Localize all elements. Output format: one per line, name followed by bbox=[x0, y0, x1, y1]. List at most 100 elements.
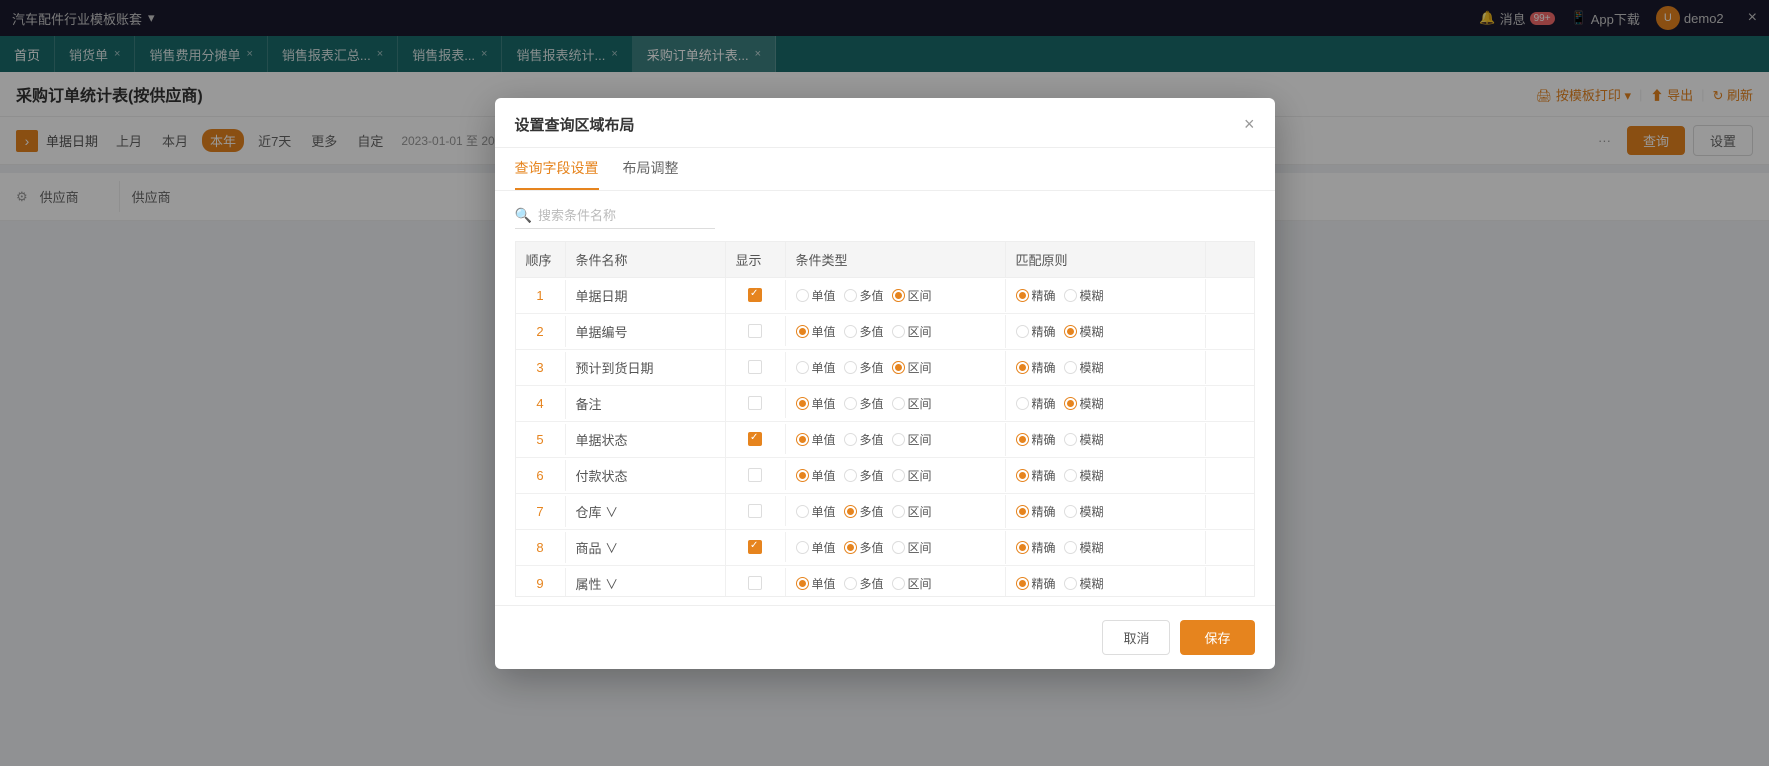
radio-type-单值-8[interactable]: 单值 bbox=[796, 539, 836, 556]
radio-match-模糊-8[interactable]: 模糊 bbox=[1064, 539, 1104, 556]
radio-match-模糊-3[interactable]: 模糊 bbox=[1064, 359, 1104, 376]
radio-type-区间-7[interactable]: 区间 bbox=[892, 503, 932, 520]
checkbox-display-3[interactable] bbox=[748, 360, 762, 374]
radio-label: 单值 bbox=[812, 539, 836, 556]
radio-type-多值-2[interactable]: 多值 bbox=[844, 323, 884, 340]
table-row: 3预计到货日期 单值多值区间 精确模糊 bbox=[516, 350, 1254, 386]
radio-dot-icon bbox=[796, 469, 809, 482]
search-input[interactable] bbox=[538, 208, 698, 223]
radio-dot-icon bbox=[1016, 361, 1029, 374]
radio-label: 区间 bbox=[908, 503, 932, 520]
radio-label: 精确 bbox=[1032, 575, 1056, 592]
radio-match-模糊-2[interactable]: 模糊 bbox=[1064, 323, 1104, 340]
radio-type-单值-1[interactable]: 单值 bbox=[796, 287, 836, 304]
radio-type-单值-7[interactable]: 单值 bbox=[796, 503, 836, 520]
radio-type-多值-3[interactable]: 多值 bbox=[844, 359, 884, 376]
radio-label: 区间 bbox=[908, 287, 932, 304]
radio-match-精确-2[interactable]: 精确 bbox=[1016, 323, 1056, 340]
radio-dot-icon bbox=[1064, 577, 1077, 590]
radio-type-区间-9[interactable]: 区间 bbox=[892, 575, 932, 592]
radio-match-模糊-7[interactable]: 模糊 bbox=[1064, 503, 1104, 520]
radio-match-精确-1[interactable]: 精确 bbox=[1016, 287, 1056, 304]
radio-type-区间-5[interactable]: 区间 bbox=[892, 431, 932, 448]
cell-order-4: 4 bbox=[516, 388, 566, 419]
radio-dot-icon bbox=[1016, 325, 1029, 338]
radio-label: 模糊 bbox=[1080, 503, 1104, 520]
radio-type-单值-6[interactable]: 单值 bbox=[796, 467, 836, 484]
radio-match-精确-5[interactable]: 精确 bbox=[1016, 431, 1056, 448]
cell-name-7: 仓库 ∨ bbox=[566, 494, 726, 529]
cell-name-6: 付款状态 bbox=[566, 458, 726, 493]
radio-dot-icon bbox=[844, 361, 857, 374]
radio-dot-icon bbox=[892, 541, 905, 554]
radio-type-区间-6[interactable]: 区间 bbox=[892, 467, 932, 484]
radio-type-多值-1[interactable]: 多值 bbox=[844, 287, 884, 304]
cell-name-3: 预计到货日期 bbox=[566, 350, 726, 385]
btn-save[interactable]: 保存 bbox=[1180, 620, 1254, 655]
radio-match-精确-6[interactable]: 精确 bbox=[1016, 467, 1056, 484]
checkbox-display-8[interactable] bbox=[748, 540, 762, 554]
checkbox-display-2[interactable] bbox=[748, 324, 762, 338]
radio-label: 精确 bbox=[1032, 395, 1056, 412]
radio-type-单值-4[interactable]: 单值 bbox=[796, 395, 836, 412]
radio-type-多值-5[interactable]: 多值 bbox=[844, 431, 884, 448]
btn-cancel[interactable]: 取消 bbox=[1102, 620, 1170, 655]
checkbox-display-7[interactable] bbox=[748, 504, 762, 518]
cell-match-5: 精确模糊 bbox=[1006, 423, 1206, 456]
checkbox-display-6[interactable] bbox=[748, 468, 762, 482]
cell-order-8: 8 bbox=[516, 532, 566, 563]
radio-type-多值-6[interactable]: 多值 bbox=[844, 467, 884, 484]
checkbox-display-1[interactable] bbox=[748, 288, 762, 302]
radio-type-单值-2[interactable]: 单值 bbox=[796, 323, 836, 340]
radio-match-精确-9[interactable]: 精确 bbox=[1016, 575, 1056, 592]
radio-match-精确-8[interactable]: 精确 bbox=[1016, 539, 1056, 556]
radio-type-区间-8[interactable]: 区间 bbox=[892, 539, 932, 556]
radio-type-多值-4[interactable]: 多值 bbox=[844, 395, 884, 412]
radio-label: 模糊 bbox=[1080, 395, 1104, 412]
tab-layout-adjust[interactable]: 布局调整 bbox=[623, 148, 679, 190]
radio-type-区间-2[interactable]: 区间 bbox=[892, 323, 932, 340]
cell-display-7 bbox=[726, 496, 786, 526]
radio-match-模糊-4[interactable]: 模糊 bbox=[1064, 395, 1104, 412]
radio-label: 精确 bbox=[1032, 503, 1056, 520]
col-name: 条件名称 bbox=[566, 242, 726, 277]
cell-order-5: 5 bbox=[516, 424, 566, 455]
checkbox-display-9[interactable] bbox=[748, 576, 762, 590]
dialog-close-btn[interactable]: × bbox=[1244, 114, 1255, 135]
radio-label: 单值 bbox=[812, 395, 836, 412]
tab-query-fields[interactable]: 查询字段设置 bbox=[515, 148, 599, 190]
col-match: 匹配原则 bbox=[1006, 242, 1206, 277]
settings-dialog: 设置查询区域布局 × 查询字段设置 布局调整 🔍 顺序 条件名称 bbox=[495, 98, 1275, 669]
radio-match-模糊-9[interactable]: 模糊 bbox=[1064, 575, 1104, 592]
cell-type-9: 单值多值区间 bbox=[786, 567, 1006, 597]
radio-type-区间-1[interactable]: 区间 bbox=[892, 287, 932, 304]
radio-dot-icon bbox=[1016, 541, 1029, 554]
cell-name-5: 单据状态 bbox=[566, 422, 726, 457]
radio-match-精确-4[interactable]: 精确 bbox=[1016, 395, 1056, 412]
radio-match-模糊-5[interactable]: 模糊 bbox=[1064, 431, 1104, 448]
checkbox-display-4[interactable] bbox=[748, 396, 762, 410]
radio-match-模糊-6[interactable]: 模糊 bbox=[1064, 467, 1104, 484]
radio-match-精确-7[interactable]: 精确 bbox=[1016, 503, 1056, 520]
checkbox-display-5[interactable] bbox=[748, 432, 762, 446]
radio-type-区间-4[interactable]: 区间 bbox=[892, 395, 932, 412]
radio-type-单值-9[interactable]: 单值 bbox=[796, 575, 836, 592]
radio-dot-icon bbox=[796, 289, 809, 302]
table-row: 8商品 ∨单值多值区间精确模糊 bbox=[516, 530, 1254, 566]
radio-type-区间-3[interactable]: 区间 bbox=[892, 359, 932, 376]
radio-type-单值-5[interactable]: 单值 bbox=[796, 431, 836, 448]
radio-dot-icon bbox=[844, 325, 857, 338]
dialog-tab-bar: 查询字段设置 布局调整 bbox=[495, 148, 1275, 191]
dialog-search-area: 🔍 bbox=[495, 191, 1275, 241]
radio-label: 模糊 bbox=[1080, 323, 1104, 340]
radio-type-多值-8[interactable]: 多值 bbox=[844, 539, 884, 556]
radio-match-模糊-1[interactable]: 模糊 bbox=[1064, 287, 1104, 304]
radio-dot-icon bbox=[1064, 325, 1077, 338]
radio-type-单值-3[interactable]: 单值 bbox=[796, 359, 836, 376]
radio-type-多值-7[interactable]: 多值 bbox=[844, 503, 884, 520]
radio-dot-icon bbox=[844, 469, 857, 482]
radio-match-精确-3[interactable]: 精确 bbox=[1016, 359, 1056, 376]
cell-order-3: 3 bbox=[516, 352, 566, 383]
radio-type-多值-9[interactable]: 多值 bbox=[844, 575, 884, 592]
search-box: 🔍 bbox=[515, 203, 715, 229]
